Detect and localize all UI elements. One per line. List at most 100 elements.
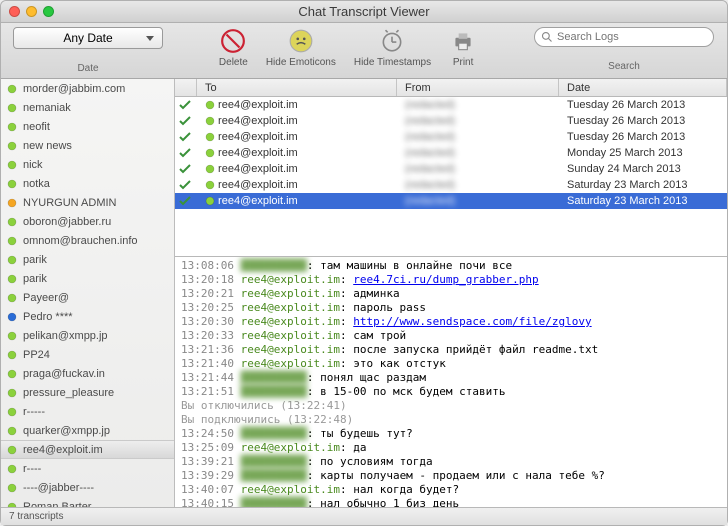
sidebar-contact[interactable]: Roman Barter — [1, 497, 174, 507]
contact-label: Roman Barter — [23, 501, 91, 508]
conversation-list[interactable]: ree4@exploit.im(redacted)Tuesday 26 Marc… — [175, 97, 727, 257]
close-window-button[interactable] — [9, 6, 20, 17]
contact-label: notka — [23, 178, 50, 190]
row-date: Monday 25 March 2013 — [559, 145, 727, 161]
row-to: ree4@exploit.im — [197, 97, 397, 113]
sidebar-contact[interactable]: nemaniak — [1, 98, 174, 117]
clock-icon — [378, 27, 406, 55]
minimize-window-button[interactable] — [26, 6, 37, 17]
row-mark-icon — [175, 97, 197, 113]
conversation-columns: To From Date — [175, 79, 727, 97]
transcript-pane[interactable]: 13:08:06 ██████████: там машины в онлайн… — [175, 257, 727, 507]
sidebar-contact[interactable]: praga@fuckav.in — [1, 364, 174, 383]
sidebar-contact[interactable]: neofit — [1, 117, 174, 136]
sidebar-contact[interactable]: Pedro **** — [1, 307, 174, 326]
sidebar-contact[interactable]: NYURGUN ADMIN — [1, 193, 174, 212]
contact-label: parik — [23, 273, 47, 285]
conversation-row[interactable]: ree4@exploit.im(redacted)Tuesday 26 Marc… — [175, 129, 727, 145]
search-input[interactable] — [557, 31, 707, 43]
search-icon — [541, 31, 553, 43]
conversation-row[interactable]: ree4@exploit.im(redacted)Saturday 23 Mar… — [175, 177, 727, 193]
sidebar-contact[interactable]: pressure_pleasure — [1, 383, 174, 402]
sidebar-contact[interactable]: ----@jabber---- — [1, 478, 174, 497]
date-filter-value: Any Date — [63, 31, 112, 45]
row-mark-icon — [175, 193, 197, 209]
print-button[interactable]: Print — [449, 27, 477, 68]
row-mark-icon — [175, 129, 197, 145]
delete-button[interactable]: Delete — [219, 27, 248, 68]
sidebar-contact[interactable]: oboron@jabber.ru — [1, 212, 174, 231]
column-marker[interactable] — [175, 79, 197, 96]
contact-label: oboron@jabber.ru — [23, 216, 111, 228]
sidebar-contact[interactable]: PP24 — [1, 345, 174, 364]
transcript-line: 13:21:44 ██████████: понял щас раздам — [181, 371, 721, 385]
sidebar-contact[interactable]: pelikan@xmpp.jp — [1, 326, 174, 345]
contacts-sidebar[interactable]: morder@jabbim.comnemaniakneofitnew newsn… — [1, 79, 175, 507]
sidebar-contact[interactable]: parik — [1, 269, 174, 288]
conversation-row[interactable]: ree4@exploit.im(redacted)Tuesday 26 Marc… — [175, 113, 727, 129]
row-date: Saturday 23 March 2013 — [559, 177, 727, 193]
transcript-line: 13:40:07 ree4@exploit.im: нал когда буде… — [181, 483, 721, 497]
transcript-line: Вы подключились (13:22:48) — [181, 413, 721, 427]
hide-timestamps-button[interactable]: Hide Timestamps — [354, 27, 431, 68]
row-date: Sunday 24 March 2013 — [559, 161, 727, 177]
sidebar-contact[interactable]: ree4@exploit.im — [1, 440, 174, 459]
row-from: (redacted) — [397, 161, 559, 177]
transcript-line: 13:08:06 ██████████: там машины в онлайн… — [181, 259, 721, 273]
sidebar-contact[interactable]: r----- — [1, 402, 174, 421]
transcript-line: 13:24:50 ██████████: ты будешь тут? — [181, 427, 721, 441]
row-from: (redacted) — [397, 177, 559, 193]
row-to: ree4@exploit.im — [197, 129, 397, 145]
hide-emoticons-button[interactable]: Hide Emoticons — [266, 27, 336, 68]
transcript-line: 13:40:15 ██████████: нал обычно 1 биз де… — [181, 497, 721, 507]
contact-label: praga@fuckav.in — [23, 368, 105, 380]
sidebar-contact[interactable]: morder@jabbim.com — [1, 79, 174, 98]
transcript-link[interactable]: http://www.sendspace.com/file/zglovy — [353, 315, 591, 328]
sidebar-contact[interactable]: nick — [1, 155, 174, 174]
row-from: (redacted) — [397, 97, 559, 113]
transcript-line: 13:20:21 ree4@exploit.im: админка — [181, 287, 721, 301]
zoom-window-button[interactable] — [43, 6, 54, 17]
contact-label: r----- — [23, 406, 45, 418]
sidebar-contact[interactable]: new news — [1, 136, 174, 155]
status-bar: 7 transcripts — [1, 507, 727, 525]
contact-label: NYURGUN ADMIN — [23, 197, 117, 209]
conversation-row[interactable]: ree4@exploit.im(redacted)Saturday 23 Mar… — [175, 193, 727, 209]
contact-label: r---- — [23, 463, 41, 475]
conversation-row[interactable]: ree4@exploit.im(redacted)Sunday 24 March… — [175, 161, 727, 177]
column-from[interactable]: From — [397, 79, 559, 96]
row-mark-icon — [175, 177, 197, 193]
conversation-row[interactable]: ree4@exploit.im(redacted)Monday 25 March… — [175, 145, 727, 161]
column-date[interactable]: Date — [559, 79, 727, 96]
sidebar-contact[interactable]: quarker@xmpp.jp — [1, 421, 174, 440]
transcript-line: 13:21:51 ██████████: в 15-00 по мск буде… — [181, 385, 721, 399]
transcript-line: 13:20:30 ree4@exploit.im: http://www.sen… — [181, 315, 721, 329]
toolbar: Any Date Date Delete Hide Emoticons Hide… — [1, 23, 727, 79]
contact-label: PP24 — [23, 349, 50, 361]
transcript-line: 13:20:33 ree4@exploit.im: сам трой — [181, 329, 721, 343]
search-field[interactable] — [534, 27, 714, 47]
row-from: (redacted) — [397, 129, 559, 145]
no-entry-icon — [219, 27, 247, 55]
transcript-link[interactable]: ree4.7ci.ru/dump_grabber.php — [353, 273, 538, 286]
transcript-line: 13:21:40 ree4@exploit.im: это как отстук — [181, 357, 721, 371]
printer-icon — [449, 27, 477, 55]
row-date: Saturday 23 March 2013 — [559, 193, 727, 209]
row-from: (redacted) — [397, 145, 559, 161]
emoticon-icon — [287, 27, 315, 55]
column-to[interactable]: To — [197, 79, 397, 96]
row-to: ree4@exploit.im — [197, 177, 397, 193]
date-filter-popup[interactable]: Any Date — [13, 27, 163, 49]
sidebar-contact[interactable]: omnom@brauchen.info — [1, 231, 174, 250]
contact-label: morder@jabbim.com — [23, 83, 125, 95]
row-to: ree4@exploit.im — [197, 193, 397, 209]
conversation-row[interactable]: ree4@exploit.im(redacted)Tuesday 26 Marc… — [175, 97, 727, 113]
status-text: 7 transcripts — [9, 511, 63, 522]
sidebar-contact[interactable]: r---- — [1, 459, 174, 478]
row-from: (redacted) — [397, 193, 559, 209]
row-to: ree4@exploit.im — [197, 145, 397, 161]
sidebar-contact[interactable]: notka — [1, 174, 174, 193]
sidebar-contact[interactable]: Payeer@ — [1, 288, 174, 307]
contact-label: quarker@xmpp.jp — [23, 425, 110, 437]
sidebar-contact[interactable]: parik — [1, 250, 174, 269]
